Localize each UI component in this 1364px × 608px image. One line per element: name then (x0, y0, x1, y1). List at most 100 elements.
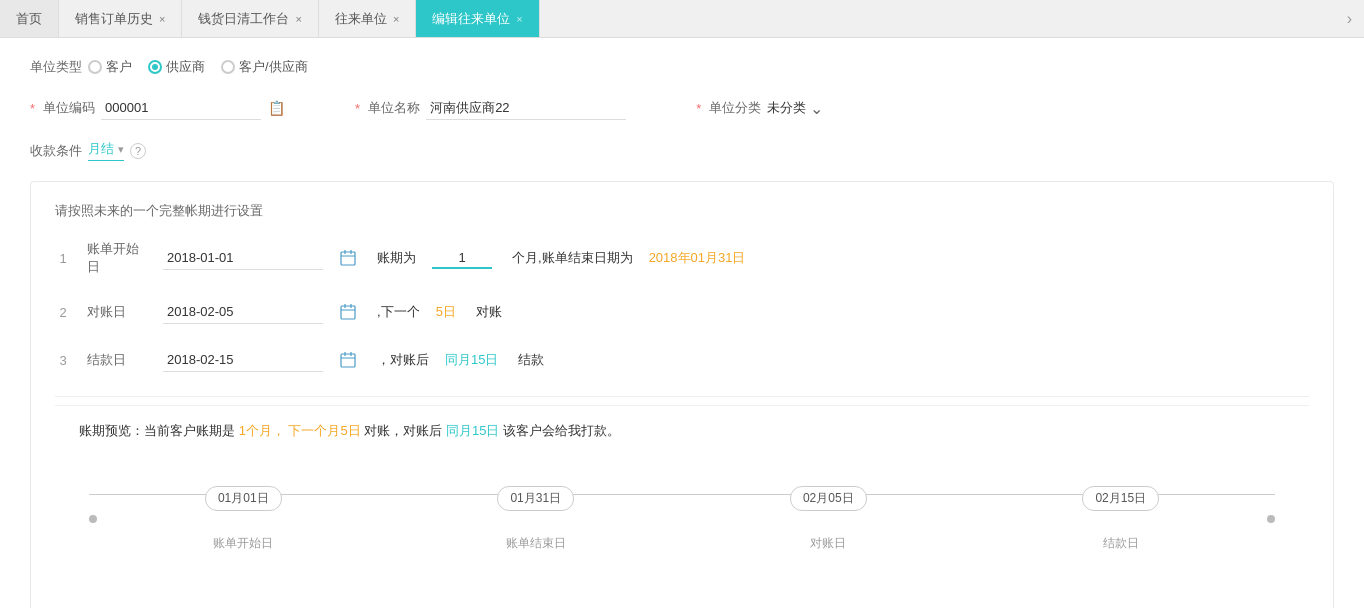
period-row-3: 3 结款日 ，对账后 同月15日 结款 (55, 348, 1309, 372)
unit-type-radio-group: 客户 供应商 客户/供应商 (88, 58, 308, 76)
payment-terms-field: 收款条件 月结 ▾ ? (30, 140, 146, 161)
timeline-point-2-box: 01月31日 (497, 486, 574, 511)
timeline-point-2-label: 账单结束日 (506, 535, 566, 552)
unit-code-copy-icon[interactable]: 📋 (267, 99, 285, 117)
period-row-3-label: 结款日 (87, 351, 147, 369)
period-row-2-num: 2 (55, 305, 71, 320)
radio-customer-label: 客户 (106, 58, 132, 76)
timeline-point-3-box: 02月05日 (790, 486, 867, 511)
tab-cash-work-label: 钱货日清工作台 (198, 10, 289, 28)
unit-name-label: 单位名称 (368, 99, 420, 117)
unit-category-arrow-icon[interactable]: ⌄ (810, 99, 823, 118)
preview-part1: 1个月， (239, 423, 285, 438)
period-row-1-label: 账单开始日 (87, 240, 147, 276)
payment-terms-dropdown[interactable]: 月结 ▾ (88, 140, 124, 161)
tab-sales-history[interactable]: 销售订单历史 × (59, 0, 182, 37)
preview-part2: 下一个月5日 (288, 423, 360, 438)
tab-edit-partner[interactable]: 编辑往来单位 × (416, 0, 539, 37)
timeline-point-3: 02月05日 对账日 (790, 486, 867, 552)
radio-supplier[interactable]: 供应商 (148, 58, 205, 76)
unit-name-star: * (355, 101, 360, 116)
period-row-2-highlight: 5日 (436, 303, 456, 321)
settings-panel: 请按照未来的一个完整帐期进行设置 1 账单开始日 账期为 个月,账单结束日期为 … (30, 181, 1334, 608)
period-row-1-date-input[interactable] (163, 246, 323, 270)
svg-rect-4 (341, 306, 355, 319)
period-row-3-desc-after: 结款 (518, 351, 544, 369)
period-row-1-desc-before: 账期为 (377, 249, 416, 267)
unit-code-label: 单位编码 (43, 99, 95, 117)
period-row-1-calendar-icon[interactable] (339, 249, 357, 267)
timeline-point-4: 02月15日 结款日 (1082, 486, 1159, 552)
panel-divider (55, 396, 1309, 397)
period-row-2-desc-before: ,下一个 (377, 303, 420, 321)
tab-edit-partner-label: 编辑往来单位 (432, 10, 510, 28)
preview-part3: 同月15日 (446, 423, 499, 438)
period-row-2-desc-after: 对账 (476, 303, 502, 321)
payment-terms-label: 收款条件 (30, 142, 82, 160)
period-row-2: 2 对账日 ,下一个 5日 对账 (55, 300, 1309, 324)
unit-code-field: * 单位编码 📋 (30, 96, 285, 120)
preview-prefix: 账期预览：当前客户账期是 (79, 423, 235, 438)
period-row-1-desc-after: 个月,账单结束日期为 (512, 249, 633, 267)
period-months-input[interactable] (432, 248, 492, 269)
tab-home-label: 首页 (16, 10, 42, 28)
radio-customer[interactable]: 客户 (88, 58, 132, 76)
tab-cash-work[interactable]: 钱货日清工作台 × (182, 0, 318, 37)
unit-type-field: 单位类型 客户 供应商 客户/供应商 (30, 58, 308, 76)
unit-category-field: * 单位分类 未分类 ⌄ (696, 99, 917, 118)
timeline-point-2: 01月31日 账单结束日 (497, 486, 574, 552)
unit-category-label: 单位分类 (709, 99, 761, 117)
period-row-3-highlight: 同月15日 (445, 351, 498, 369)
payment-terms-arrow-icon[interactable]: ▾ (118, 143, 124, 156)
tab-edit-partner-close[interactable]: × (516, 13, 522, 25)
tab-home[interactable]: 首页 (0, 0, 59, 37)
unit-code-input[interactable] (101, 96, 261, 120)
timeline-point-1-box: 01月01日 (205, 486, 282, 511)
unit-category-dropdown[interactable]: 未分类 ⌄ (767, 99, 917, 118)
period-row-3-num: 3 (55, 353, 71, 368)
timeline-start-dot (89, 515, 97, 523)
payment-terms-row: 收款条件 月结 ▾ ? (30, 140, 1334, 161)
tab-bar: 首页 销售订单历史 × 钱货日清工作台 × 往来单位 × 编辑往来单位 × › (0, 0, 1364, 38)
unit-category-star: * (696, 101, 701, 116)
unit-code-star: * (30, 101, 35, 116)
radio-customer-supplier-circle (221, 60, 235, 74)
radio-supplier-circle (148, 60, 162, 74)
period-row-1-num: 1 (55, 251, 71, 266)
period-row-1-end-date: 2018年01月31日 (649, 249, 746, 267)
svg-rect-0 (341, 252, 355, 265)
panel-title: 请按照未来的一个完整帐期进行设置 (55, 202, 1309, 220)
radio-supplier-label: 供应商 (166, 58, 205, 76)
tab-partners[interactable]: 往来单位 × (319, 0, 416, 37)
preview-section: 账期预览：当前客户账期是 1个月， 下一个月5日 对账，对账后 同月15日 该客… (55, 405, 1309, 456)
tab-cash-work-close[interactable]: × (295, 13, 301, 25)
period-row-1: 1 账单开始日 账期为 个月,账单结束日期为 2018年01月31日 (55, 240, 1309, 276)
radio-customer-supplier[interactable]: 客户/供应商 (221, 58, 308, 76)
unit-type-label: 单位类型 (30, 58, 82, 76)
period-row-2-calendar-icon[interactable] (339, 303, 357, 321)
main-content: 单位类型 客户 供应商 客户/供应商 * 单位编码 (0, 38, 1364, 608)
tab-partners-close[interactable]: × (393, 13, 399, 25)
tab-sales-history-label: 销售订单历史 (75, 10, 153, 28)
payment-terms-help-icon[interactable]: ? (130, 143, 146, 159)
period-row-2-label: 对账日 (87, 303, 147, 321)
payment-terms-value: 月结 (88, 140, 114, 158)
period-row-2-date-input[interactable] (163, 300, 323, 324)
preview-suffix: 该客户会给我打款。 (503, 423, 620, 438)
period-row-3-date-input[interactable] (163, 348, 323, 372)
timeline-point-1: 01月01日 账单开始日 (205, 486, 282, 552)
radio-customer-circle (88, 60, 102, 74)
svg-rect-8 (341, 354, 355, 367)
timeline-section: 01月01日 账单开始日 01月31日 账单结束日 02月05日 对账日 02月… (55, 456, 1309, 592)
timeline-points: 01月01日 账单开始日 01月31日 账单结束日 02月05日 对账日 02月… (97, 486, 1267, 552)
radio-customer-supplier-label: 客户/供应商 (239, 58, 308, 76)
period-row-3-calendar-icon[interactable] (339, 351, 357, 369)
period-row-3-desc-before: ，对账后 (377, 351, 429, 369)
timeline-point-1-label: 账单开始日 (213, 535, 273, 552)
timeline-point-3-label: 对账日 (810, 535, 846, 552)
tab-sales-history-close[interactable]: × (159, 13, 165, 25)
unit-category-value: 未分类 (767, 99, 806, 117)
unit-name-input[interactable] (426, 96, 626, 120)
timeline-end-dot (1267, 515, 1275, 523)
tab-expand-button[interactable]: › (1335, 0, 1364, 37)
